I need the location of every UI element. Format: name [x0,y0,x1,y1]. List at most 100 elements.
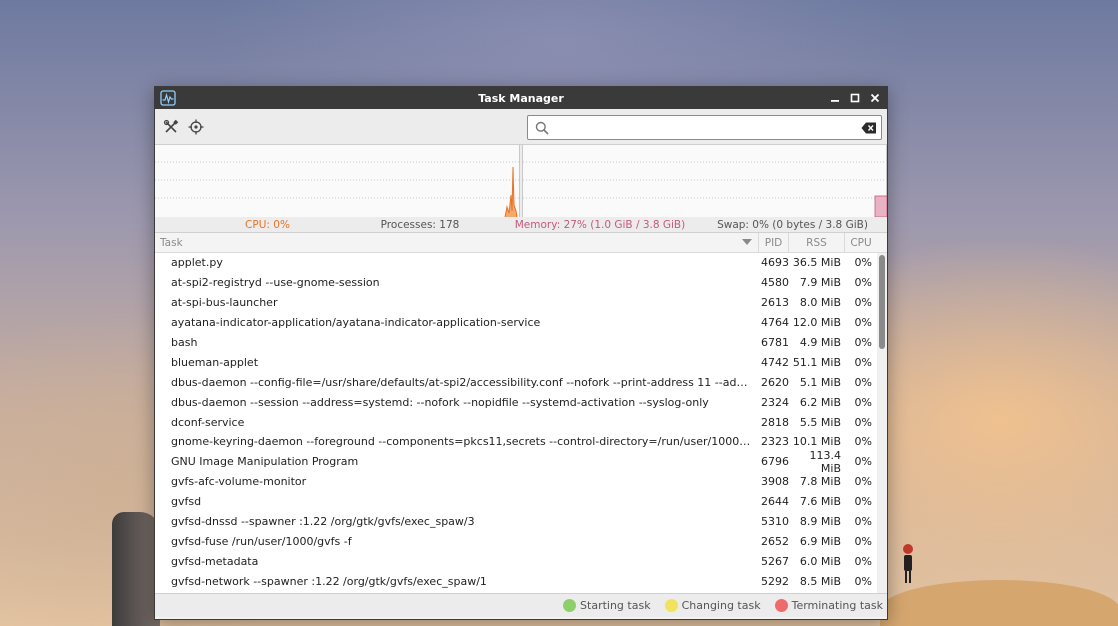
wallpaper-hill [880,580,1118,626]
pid-cell: 2324 [761,395,789,409]
task-cell: gvfs-afc-volume-monitor [171,475,307,489]
pid-cell: 2644 [761,495,789,509]
process-table: Task PID RSS CPU applet.py 4693 36.5 MiB 0%… [155,232,887,593]
table-row[interactable]: GNU Image Manipulation Program 6796 113.4 … [155,448,877,475]
maximize-icon[interactable] [849,90,861,106]
swap-usage-label: Swap: 0% (0 bytes / 3.8 GiB) [717,218,868,231]
table-body: applet.py 4693 36.5 MiB 0% at-spi2-registryd… [155,253,877,593]
cpu-cell: 0% [854,455,872,469]
pid-cell: 5292 [761,574,789,588]
task-cell: dbus-daemon --config-file=/usr/share/def… [171,375,753,389]
task-cell: gnome-keyring-daemon --foreground --comp… [171,435,753,449]
settings-tools-icon[interactable] [160,116,182,138]
rss-cell: 12.0 MiB [792,316,841,330]
pid-cell: 4580 [761,276,789,290]
task-cell: dbus-daemon --session --address=systemd:… [171,395,709,409]
table-row[interactable]: bash 6781 4.9 MiB 0% [155,333,877,353]
pid-cell: 5267 [761,554,789,568]
toolbar [155,109,887,145]
cpu-cell: 0% [854,415,872,429]
pid-cell: 4693 [761,256,789,270]
column-header-rss[interactable]: RSS [789,232,845,253]
pid-cell: 6796 [761,455,789,469]
table-row[interactable]: blueman-applet 4742 51.1 MiB 0% [155,352,877,372]
clear-search-icon[interactable] [859,118,879,138]
table-row[interactable]: gvfsd-metadata 5267 6.0 MiB 0% [155,551,877,571]
table-row[interactable]: ayatana-indicator-application/ayatana-in… [155,313,877,333]
pid-cell: 2323 [761,435,789,449]
table-row[interactable]: gvfsd-fuse /run/user/1000/gvfs -f 2652 6.9… [155,531,877,551]
column-header-pid[interactable]: PID [759,232,789,253]
close-icon[interactable] [869,90,881,106]
search-box[interactable] [527,115,882,140]
task-cell: at-spi2-registryd --use-gnome-session [171,276,380,290]
table-row[interactable]: at-spi2-registryd --use-gnome-session 458… [155,273,877,293]
task-cell: gvfsd [171,495,202,509]
memory-graph [522,145,887,217]
cpu-cell: 0% [854,495,872,509]
table-row[interactable]: dconf-service 2818 5.5 MiB 0% [155,412,877,432]
legend-terminating: Terminating task [774,599,883,612]
cpu-cell: 0% [854,395,872,409]
task-cell: blueman-applet [171,355,259,369]
cpu-usage-label: CPU: 0% [245,218,290,231]
status-legend: Starting task Changing task Terminating … [155,593,887,617]
scrollbar-thumb[interactable] [879,255,885,349]
rss-cell: 7.6 MiB [799,495,841,509]
task-cell: gvfsd-dnssd --spawner :1.22 /org/gtk/gvf… [171,515,475,529]
vertical-scrollbar[interactable] [877,253,887,593]
rss-cell: 51.1 MiB [792,355,841,369]
rss-cell: 5.5 MiB [799,415,841,429]
cpu-cell: 0% [854,256,872,270]
task-cell: GNU Image Manipulation Program [171,455,359,469]
activity-graph-icon [160,90,176,106]
terminating-dot-icon [774,599,788,612]
sort-descending-icon [742,237,752,249]
status-line: CPU: 0% Processes: 178 Memory: 27% (1.0 … [155,217,887,233]
task-cell: at-spi-bus-launcher [171,296,278,310]
cpu-cell: 0% [854,475,872,489]
table-row[interactable]: gnome-keyring-daemon --foreground --comp… [155,432,877,452]
table-row[interactable]: gvfs-afc-volume-monitor 3908 7.8 MiB 0% [155,472,877,492]
table-row[interactable]: dbus-daemon --session --address=systemd:… [155,392,877,412]
task-cell: gvfsd-network --spawner :1.22 /org/gtk/g… [171,574,487,588]
task-cell: ayatana-indicator-application/ayatana-in… [171,316,541,330]
table-row[interactable]: gvfsd 2644 7.6 MiB 0% [155,492,877,512]
cpu-cell: 0% [854,296,872,310]
cpu-graph [155,145,521,217]
table-row[interactable]: at-spi-bus-launcher 2613 8.0 MiB 0% [155,293,877,313]
rss-cell: 8.5 MiB [799,574,841,588]
pid-cell: 4764 [761,316,789,330]
rss-cell: 8.9 MiB [799,515,841,529]
column-header-cpu[interactable]: CPU [845,233,877,253]
rss-cell: 113.4 MiB [809,448,842,475]
starting-dot-icon [563,599,577,612]
cpu-cell: 0% [854,316,872,330]
target-crosshair-icon[interactable] [185,116,207,138]
table-row[interactable]: gvfsd-dnssd --spawner :1.22 /org/gtk/gvf… [155,512,877,532]
table-row[interactable]: applet.py 4693 36.5 MiB 0% [155,253,877,273]
changing-dot-icon [664,599,678,612]
pid-cell: 3908 [761,475,789,489]
cpu-cell: 0% [854,435,872,449]
cpu-cell: 0% [854,574,872,588]
rss-cell: 4.9 MiB [799,336,841,349]
minimize-icon[interactable] [829,90,841,106]
title-bar[interactable]: Task Manager [155,87,887,109]
cpu-cell: 0% [854,375,872,389]
column-header-task[interactable]: Task [155,232,759,253]
window-title: Task Manager [478,91,564,105]
rss-cell: 7.8 MiB [799,475,841,489]
rss-cell: 6.9 MiB [799,534,841,548]
search-input[interactable] [552,117,859,138]
search-icon [532,118,552,138]
pid-cell: 5310 [761,515,789,529]
memory-usage-label: Memory: 27% (1.0 GiB / 3.8 GiB) [514,218,686,231]
table-header: Task PID RSS CPU [155,232,887,253]
legend-starting: Starting task [563,599,651,612]
rss-cell: 5.1 MiB [799,375,841,389]
table-row[interactable]: gvfsd-network --spawner :1.22 /org/gtk/g… [155,571,877,591]
table-row[interactable]: dbus-daemon --config-file=/usr/share/def… [155,372,877,392]
pid-cell: 6781 [761,336,789,349]
wallpaper-figure [902,544,914,586]
